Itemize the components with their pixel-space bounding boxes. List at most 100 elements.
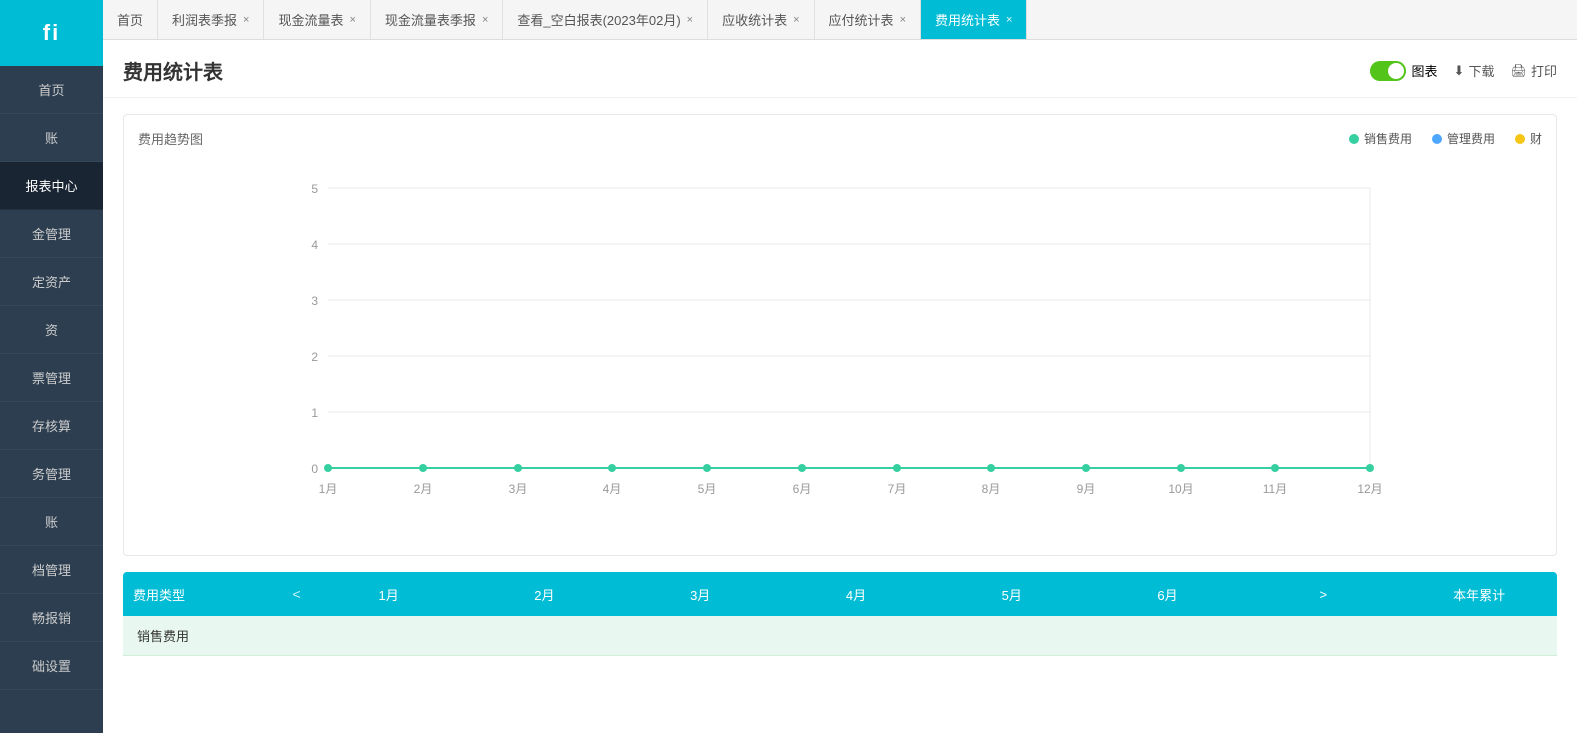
svg-text:10月: 10月	[1168, 482, 1193, 496]
chart-title: 费用趋势图	[138, 129, 203, 148]
legend-dot-admin	[1432, 134, 1442, 144]
legend-dot-sales	[1349, 134, 1359, 144]
sidebar-logo: fi	[0, 0, 103, 66]
th-type-label: 费用类型	[133, 585, 185, 604]
tab-close-blank-report[interactable]: ×	[687, 14, 693, 26]
dot-sales-5	[703, 464, 711, 472]
svg-text:0: 0	[311, 462, 318, 476]
page-title: 费用统计表	[123, 56, 223, 85]
sidebar-item-settings[interactable]: 础设置	[0, 642, 103, 690]
svg-text:8月: 8月	[982, 482, 1001, 496]
dot-sales-1	[324, 464, 332, 472]
chart-label: 图表	[1412, 61, 1438, 80]
tab-close-expense-stats[interactable]: ×	[1006, 14, 1012, 26]
download-icon: ⬇	[1454, 63, 1465, 79]
th-nav-next[interactable]: >	[1245, 587, 1401, 602]
table-row-sales: 销售费用	[123, 616, 1557, 656]
tab-close-receivable[interactable]: ×	[793, 14, 799, 26]
content-area: 费用统计表 图表 ⬇ 下载 🖨 打印 费用趋势图	[103, 40, 1577, 733]
tab-bar: 首页 利润表季报 × 现金流量表 × 现金流量表季报 × 查看_空白报表(202…	[103, 0, 1577, 40]
svg-text:4: 4	[311, 238, 318, 252]
sidebar-item-expense[interactable]: 畅报销	[0, 594, 103, 642]
tab-blank-report[interactable]: 查看_空白报表(2023年02月) ×	[503, 0, 708, 39]
svg-text:7月: 7月	[888, 482, 907, 496]
sidebar-item-home[interactable]: 首页	[0, 66, 103, 114]
print-button[interactable]: 🖨 打印	[1510, 61, 1557, 80]
legend-dot-finance	[1515, 134, 1525, 144]
tab-close-payable[interactable]: ×	[900, 14, 906, 26]
th-month-1: 1月	[311, 585, 467, 604]
sidebar: fi 首页 账 报表中心 金管理 定资产 资 票管理 存核算 务管理 账 档管理…	[0, 0, 103, 733]
td-type-sales: 销售费用	[123, 626, 312, 645]
dot-sales-9	[1082, 464, 1090, 472]
tab-expense-stats[interactable]: 费用统计表 ×	[921, 0, 1027, 39]
sidebar-item-archive[interactable]: 档管理	[0, 546, 103, 594]
svg-text:3月: 3月	[509, 482, 528, 496]
tab-close-profit-quarterly[interactable]: ×	[243, 14, 249, 26]
download-button[interactable]: ⬇ 下载	[1454, 61, 1495, 80]
print-icon: 🖨	[1510, 63, 1527, 79]
svg-text:5: 5	[311, 182, 318, 196]
svg-text:3: 3	[311, 294, 318, 308]
next-icon[interactable]: >	[1320, 587, 1328, 602]
svg-text:6月: 6月	[793, 482, 812, 496]
table-section: 费用类型 < 1月 2月 3月 4月 5月 6月 > 本年累计 销售费用	[123, 572, 1557, 656]
sidebar-item-account[interactable]: 账	[0, 114, 103, 162]
svg-text:11月: 11月	[1263, 482, 1287, 496]
tab-cashflow[interactable]: 现金流量表 ×	[264, 0, 370, 39]
trend-chart: 5 4 3 2 1 0	[138, 158, 1542, 538]
svg-text:2月: 2月	[414, 482, 433, 496]
print-label: 打印	[1531, 61, 1557, 80]
dot-sales-2	[419, 464, 427, 472]
dot-sales-3	[514, 464, 522, 472]
sidebar-item-service[interactable]: 务管理	[0, 450, 103, 498]
legend-admin: 管理费用	[1432, 130, 1495, 147]
page-header: 费用统计表 图表 ⬇ 下载 🖨 打印	[103, 40, 1577, 98]
dot-sales-8	[987, 464, 995, 472]
table-prev-button[interactable]: <	[293, 586, 301, 602]
tab-close-cashflow-quarterly[interactable]: ×	[482, 14, 488, 26]
tab-profit-quarterly[interactable]: 利润表季报 ×	[158, 0, 264, 39]
sidebar-item-inventory[interactable]: 存核算	[0, 402, 103, 450]
download-label: 下载	[1468, 61, 1494, 80]
legend-sales: 销售费用	[1349, 130, 1412, 147]
sidebar-item-capital[interactable]: 资	[0, 306, 103, 354]
dot-sales-12	[1366, 464, 1374, 472]
th-month-6: 6月	[1090, 585, 1246, 604]
dot-sales-6	[798, 464, 806, 472]
chart-svg-wrapper: 5 4 3 2 1 0	[138, 158, 1542, 541]
chart-container: 费用趋势图 销售费用 管理费用 财	[123, 114, 1557, 556]
svg-text:2: 2	[311, 350, 318, 364]
th-month-2: 2月	[467, 585, 623, 604]
header-actions: 图表 ⬇ 下载 🖨 打印	[1370, 61, 1557, 81]
tab-cashflow-quarterly[interactable]: 现金流量表季报 ×	[371, 0, 503, 39]
legend-label-admin: 管理费用	[1447, 130, 1495, 147]
dot-sales-4	[608, 464, 616, 472]
tab-close-cashflow[interactable]: ×	[349, 14, 355, 26]
svg-text:5月: 5月	[698, 482, 717, 496]
chart-toggle[interactable]	[1370, 61, 1406, 81]
svg-text:9月: 9月	[1077, 482, 1096, 496]
svg-text:1: 1	[311, 406, 318, 420]
dot-sales-11	[1271, 464, 1279, 472]
legend-label-sales: 销售费用	[1364, 130, 1412, 147]
sidebar-item-invoice[interactable]: 票管理	[0, 354, 103, 402]
main-area: 首页 利润表季报 × 现金流量表 × 现金流量表季报 × 查看_空白报表(202…	[103, 0, 1577, 733]
sidebar-item-assets[interactable]: 定资产	[0, 258, 103, 306]
table-header-row: 费用类型 < 1月 2月 3月 4月 5月 6月 > 本年累计	[123, 572, 1557, 616]
sidebar-item-ledger[interactable]: 账	[0, 498, 103, 546]
legend-finance: 财	[1515, 130, 1542, 147]
th-total: 本年累计	[1401, 585, 1557, 604]
th-type: 费用类型 <	[123, 585, 311, 604]
tab-receivable[interactable]: 应收统计表 ×	[708, 0, 814, 39]
tab-payable[interactable]: 应付统计表 ×	[815, 0, 921, 39]
sidebar-item-cash[interactable]: 金管理	[0, 210, 103, 258]
sidebar-item-reports[interactable]: 报表中心	[0, 162, 103, 210]
dot-sales-7	[893, 464, 901, 472]
svg-text:12月: 12月	[1357, 482, 1382, 496]
th-month-4: 4月	[778, 585, 934, 604]
svg-text:4月: 4月	[603, 482, 622, 496]
chart-header: 费用趋势图 销售费用 管理费用 财	[138, 129, 1542, 148]
tab-home[interactable]: 首页	[103, 0, 158, 39]
legend-label-finance: 财	[1530, 130, 1542, 147]
